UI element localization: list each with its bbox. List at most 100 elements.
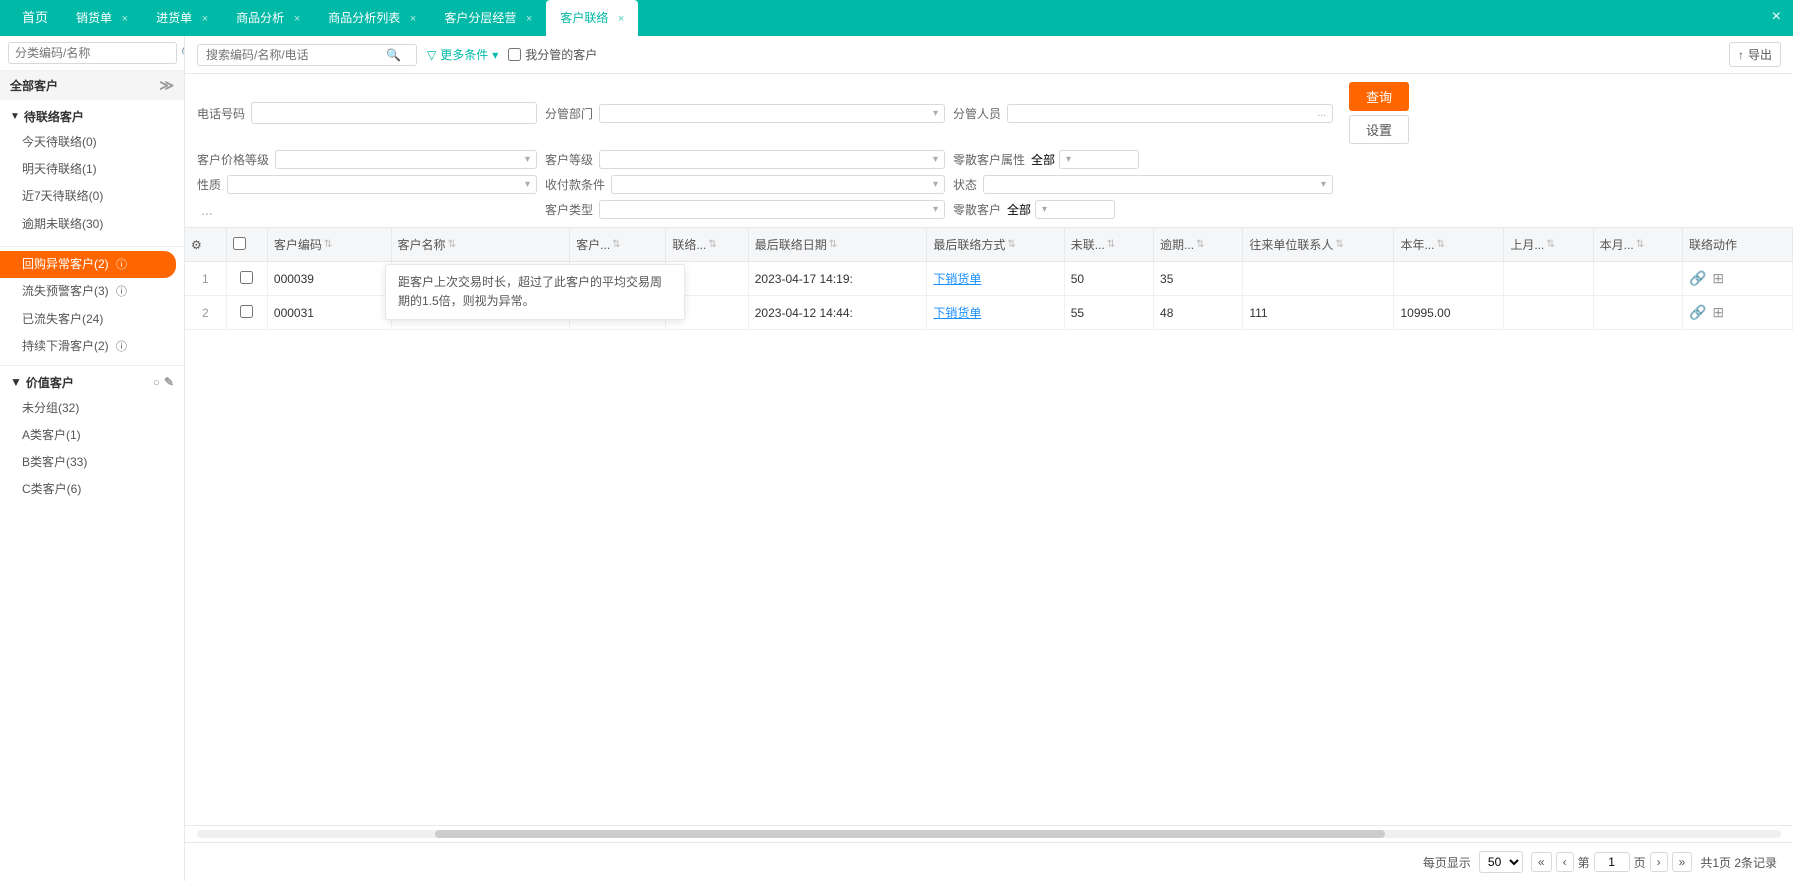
pay-term-select[interactable]: ▾ xyxy=(611,175,945,194)
retail-customer-value: 全部 xyxy=(1007,201,1031,218)
my-customers-checkbox[interactable] xyxy=(508,48,521,61)
main-search-input[interactable] xyxy=(206,48,386,62)
grid-action-icon-1[interactable]: ⊞ xyxy=(1712,270,1724,287)
more-filters-button[interactable]: ▽ 更多条件 ▾ xyxy=(427,46,498,63)
th-settings[interactable]: ⚙ xyxy=(185,228,226,262)
customer-level-select[interactable]: ▾ xyxy=(599,150,945,169)
last-page-button[interactable]: » xyxy=(1672,852,1693,872)
phone-input[interactable] xyxy=(251,102,537,124)
grid-action-icon-2[interactable]: ⊞ xyxy=(1712,304,1724,321)
th-checkbox[interactable] xyxy=(226,228,267,262)
th-last-contact-method[interactable]: 最后联络方式 ⇅ xyxy=(927,228,1064,262)
sort-icon8: ⇅ xyxy=(1196,239,1204,250)
last-contact-method-2[interactable]: 下销货单 xyxy=(927,296,1064,330)
query-button[interactable]: 查询 xyxy=(1349,82,1409,111)
dept-label: 分管部门 xyxy=(545,105,593,122)
th-this-month[interactable]: 本月... ⇅ xyxy=(1593,228,1682,262)
sidebar-item-continuous-decline[interactable]: 持续下滑客户(2) ⓘ xyxy=(0,333,184,361)
customer-type-select[interactable]: ▾ xyxy=(599,200,945,219)
per-page-label: 每页显示 xyxy=(1423,854,1471,871)
nav-sales[interactable]: 销货单 × xyxy=(62,0,142,36)
next-page-button[interactable]: › xyxy=(1650,852,1668,872)
sidebar-item-ungrouped[interactable]: 未分组(32) xyxy=(0,395,184,422)
all-customers-header[interactable]: 全部客户 ≫ xyxy=(0,71,184,100)
retail-customer-select[interactable]: ▾ xyxy=(1035,200,1115,219)
value-customers-section[interactable]: ▼ 价值客户 ○ ✎ xyxy=(0,370,184,395)
sidebar-item-lost-predict[interactable]: 流失预警客户(3) ⓘ xyxy=(0,278,184,306)
person-select[interactable]: ... xyxy=(1007,104,1333,123)
nav-customer-tier[interactable]: 客户分层经营 × xyxy=(430,0,546,36)
nav-sales-close[interactable]: × xyxy=(122,13,128,25)
nav-product-analysis-close[interactable]: × xyxy=(294,13,300,25)
th-this-year[interactable]: 本年... ⇅ xyxy=(1394,228,1504,262)
th-name[interactable]: 客户名称 ⇅ xyxy=(391,228,570,262)
th-customer-type[interactable]: 客户... ⇅ xyxy=(570,228,666,262)
nav-customer-contact[interactable]: 客户联络 × xyxy=(546,0,638,36)
th-contact-count[interactable]: 联络... ⇅ xyxy=(666,228,748,262)
arrow-icon: ▼ xyxy=(10,111,20,122)
contact-method-link-1[interactable]: 下销货单 xyxy=(933,272,981,286)
sidebar-item-c-class[interactable]: C类客户(6) xyxy=(0,476,184,503)
export-button[interactable]: ↑ 导出 xyxy=(1729,42,1781,67)
circle-icon[interactable]: ○ xyxy=(153,375,160,389)
chevron-down-icon5: ▾ xyxy=(525,179,530,190)
per-page-select[interactable]: 50 xyxy=(1479,851,1523,873)
sidebar-item-a-class[interactable]: A类客户(1) xyxy=(0,422,184,449)
select-all-checkbox[interactable] xyxy=(233,237,246,250)
row-checkbox-2[interactable] xyxy=(226,296,267,330)
link-action-icon-2[interactable]: 🔗 xyxy=(1689,304,1706,321)
sidebar-item-b-class[interactable]: B类客户(33) xyxy=(0,449,184,476)
scroll-thumb[interactable] xyxy=(435,830,1385,838)
last-contact-method-1[interactable]: 下销货单 xyxy=(927,262,1064,296)
th-code[interactable]: 客户编码 ⇅ xyxy=(267,228,391,262)
page-prefix-label: 第 xyxy=(1578,854,1590,871)
prev-page-button[interactable]: ‹ xyxy=(1556,852,1574,872)
actions-1: 🔗 ⊞ xyxy=(1682,262,1792,296)
row-select-checkbox-1[interactable] xyxy=(240,271,253,284)
filter-cell-retail-customer: 零散客户 全部 ▾ xyxy=(953,200,1333,219)
th-not-contacted[interactable]: 未联... ⇅ xyxy=(1064,228,1153,262)
nav-product-analysis[interactable]: 商品分析 × xyxy=(222,0,314,36)
th-contact-person[interactable]: 往来单位联系人 ⇅ xyxy=(1243,228,1394,262)
link-action-icon-1[interactable]: 🔗 xyxy=(1689,270,1706,287)
sidebar-item-today-contact[interactable]: 今天待联络(0) xyxy=(0,129,184,156)
row-select-checkbox-2[interactable] xyxy=(240,305,253,318)
status-select[interactable]: ▾ xyxy=(983,175,1333,194)
sidebar-search-input[interactable] xyxy=(8,42,177,64)
nav-home[interactable]: 首页 xyxy=(8,0,62,36)
nav-product-analysis-list[interactable]: 商品分析列表 × xyxy=(314,0,430,36)
nav-purchase[interactable]: 进货单 × xyxy=(142,0,222,36)
person-dots[interactable]: ... xyxy=(1318,108,1326,119)
gender-select[interactable]: ▾ xyxy=(227,175,537,194)
dept-select[interactable]: ▾ xyxy=(599,104,945,123)
horizontal-scrollbar[interactable] xyxy=(185,825,1793,842)
th-last-month[interactable]: 上月... ⇅ xyxy=(1504,228,1593,262)
sort-icon12: ⇅ xyxy=(1636,239,1644,250)
sidebar-item-overdue-contact[interactable]: 逾期未联络(30) xyxy=(0,211,184,238)
retail-attr-select[interactable]: ▾ xyxy=(1059,150,1139,169)
th-overdue[interactable]: 逾期... ⇅ xyxy=(1154,228,1243,262)
filter-row-1: 电话号码 分管部门 ▾ 分管人员 ... xyxy=(197,82,1781,144)
contact-method-link-2[interactable]: 下销货单 xyxy=(933,306,981,320)
row-checkbox-1[interactable] xyxy=(226,262,267,296)
first-page-button[interactable]: « xyxy=(1531,852,1552,872)
my-customers-checkbox-container[interactable]: 我分管的客户 xyxy=(508,46,597,63)
sidebar-item-7day-contact[interactable]: 近7天待联络(0) xyxy=(0,183,184,210)
settings-button[interactable]: 设置 xyxy=(1349,115,1409,144)
sidebar-item-already-lost[interactable]: 已流失客户(24) xyxy=(0,306,184,333)
edit-icon[interactable]: ✎ xyxy=(164,375,174,389)
sidebar-item-tomorrow-contact[interactable]: 明天待联络(1) xyxy=(0,156,184,183)
window-close-button[interactable]: × xyxy=(1772,8,1781,26)
th-last-contact-date[interactable]: 最后联络日期 ⇅ xyxy=(748,228,927,262)
sidebar-item-repeat-abnormal[interactable]: 回购异常客户(2) ⓘ xyxy=(0,251,176,279)
contact-pending-title[interactable]: ▼ 待联络客户 xyxy=(0,104,184,129)
nav-product-analysis-list-close[interactable]: × xyxy=(410,13,416,25)
nav-customer-contact-close[interactable]: × xyxy=(618,13,624,25)
price-level-select[interactable]: ▾ xyxy=(275,150,537,169)
nav-customer-tier-close[interactable]: × xyxy=(526,13,532,25)
more-filters-dots[interactable]: ... xyxy=(197,202,217,218)
sidebar-collapse-icon[interactable]: ≫ xyxy=(159,77,174,94)
nav-purchase-close[interactable]: × xyxy=(202,13,208,25)
main-search-icon[interactable]: 🔍 xyxy=(386,48,401,62)
page-number-input[interactable] xyxy=(1594,852,1630,872)
